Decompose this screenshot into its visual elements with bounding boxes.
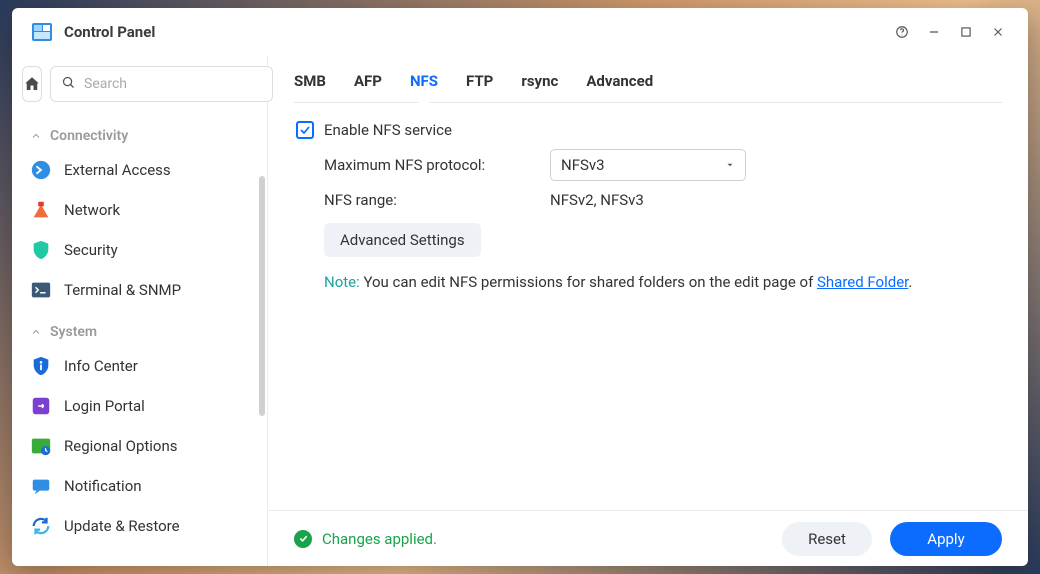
help-button[interactable] bbox=[886, 16, 918, 48]
group-header-system[interactable]: System bbox=[20, 310, 259, 346]
sidebar-item-notification[interactable]: Notification bbox=[20, 466, 259, 506]
control-panel-icon bbox=[30, 20, 54, 44]
tab-rsync[interactable]: rsync bbox=[521, 72, 558, 90]
window-title: Control Panel bbox=[64, 23, 886, 41]
sidebar-item-security[interactable]: Security bbox=[20, 230, 259, 270]
sidebar-item-login-portal[interactable]: Login Portal bbox=[20, 386, 259, 426]
search-input[interactable] bbox=[84, 76, 262, 92]
home-button[interactable] bbox=[22, 66, 42, 102]
sidebar-item-external-access[interactable]: External Access bbox=[20, 150, 259, 190]
login-portal-icon bbox=[30, 395, 52, 417]
tab-smb[interactable]: SMB bbox=[294, 72, 326, 90]
network-icon bbox=[30, 199, 52, 221]
enable-nfs-row: Enable NFS service bbox=[296, 121, 1000, 139]
sidebar-item-label: Notification bbox=[64, 477, 142, 495]
advanced-row: Advanced Settings bbox=[296, 219, 1000, 271]
chevron-up-icon bbox=[30, 130, 42, 142]
shared-folder-link[interactable]: Shared Folder bbox=[817, 273, 908, 291]
nfs-range-label: NFS range: bbox=[324, 191, 550, 209]
footer: Changes applied. Reset Apply bbox=[268, 510, 1028, 566]
titlebar: Control Panel bbox=[12, 8, 1028, 56]
status-success-icon bbox=[294, 530, 312, 548]
chevron-up-icon bbox=[30, 326, 42, 338]
external-access-icon bbox=[30, 159, 52, 181]
max-protocol-label: Maximum NFS protocol: bbox=[324, 156, 550, 174]
close-button[interactable] bbox=[982, 16, 1014, 48]
sidebar-item-label: Network bbox=[64, 201, 120, 219]
notification-icon bbox=[30, 475, 52, 497]
minimize-button[interactable] bbox=[918, 16, 950, 48]
main-inner: SMB AFP NFS FTP rsync Advanced Enable NF… bbox=[268, 56, 1028, 510]
group-label: Connectivity bbox=[50, 128, 128, 144]
group-label: System bbox=[50, 324, 97, 340]
info-icon bbox=[30, 355, 52, 377]
tab-advanced[interactable]: Advanced bbox=[586, 72, 653, 90]
body: Connectivity External Access Network Sec… bbox=[12, 56, 1028, 566]
sidebar-item-info-center[interactable]: Info Center bbox=[20, 346, 259, 386]
note-suffix: . bbox=[908, 273, 912, 291]
note-text: You can edit NFS permissions for shared … bbox=[360, 273, 817, 291]
sidebar-item-label: Update & Restore bbox=[64, 517, 180, 535]
sidebar: Connectivity External Access Network Sec… bbox=[12, 56, 268, 566]
sidebar-item-update-restore[interactable]: Update & Restore bbox=[20, 506, 259, 546]
sidebar-item-label: Login Portal bbox=[64, 397, 145, 415]
search-field[interactable] bbox=[50, 66, 273, 102]
tabs: SMB AFP NFS FTP rsync Advanced bbox=[294, 72, 1002, 103]
chevron-down-icon bbox=[725, 160, 735, 170]
apply-button[interactable]: Apply bbox=[890, 522, 1002, 556]
max-protocol-dropdown[interactable]: NFSv3 bbox=[550, 149, 746, 181]
shield-icon bbox=[30, 239, 52, 261]
nfs-range-value: NFSv2, NFSv3 bbox=[550, 191, 644, 209]
sidebar-item-label: Info Center bbox=[64, 357, 138, 375]
update-icon bbox=[30, 515, 52, 537]
sidebar-item-label: Terminal & SNMP bbox=[64, 281, 181, 299]
sidebar-item-label: Regional Options bbox=[64, 437, 178, 455]
sidebar-item-regional-options[interactable]: Regional Options bbox=[20, 426, 259, 466]
sidebar-scroll[interactable]: Connectivity External Access Network Sec… bbox=[12, 110, 267, 566]
tab-nfs[interactable]: NFS bbox=[410, 72, 438, 90]
tab-content-nfs: Enable NFS service Maximum NFS protocol:… bbox=[294, 103, 1002, 510]
advanced-settings-button[interactable]: Advanced Settings bbox=[324, 223, 481, 257]
reset-button[interactable]: Reset bbox=[782, 522, 872, 556]
sidebar-item-terminal-snmp[interactable]: Terminal & SNMP bbox=[20, 270, 259, 310]
main: SMB AFP NFS FTP rsync Advanced Enable NF… bbox=[268, 56, 1028, 566]
search-icon bbox=[61, 75, 76, 94]
sidebar-item-label: External Access bbox=[64, 161, 171, 179]
dropdown-value: NFSv3 bbox=[561, 156, 605, 174]
enable-nfs-label: Enable NFS service bbox=[324, 121, 452, 139]
enable-nfs-checkbox[interactable] bbox=[296, 121, 314, 139]
note-label: Note: bbox=[324, 273, 360, 291]
regional-icon bbox=[30, 435, 52, 457]
tab-ftp[interactable]: FTP bbox=[466, 72, 493, 90]
sidebar-item-label: Security bbox=[64, 241, 118, 259]
status-text: Changes applied. bbox=[322, 530, 772, 548]
control-panel-window: Control Panel bbox=[12, 8, 1028, 566]
check-icon bbox=[299, 124, 311, 136]
terminal-icon bbox=[30, 279, 52, 301]
maximize-button[interactable] bbox=[950, 16, 982, 48]
nfs-range-row: NFS range: NFSv2, NFSv3 bbox=[296, 191, 1000, 209]
sidebar-top bbox=[12, 56, 267, 110]
note-line: Note: You can edit NFS permissions for s… bbox=[296, 271, 1000, 294]
tab-afp[interactable]: AFP bbox=[354, 72, 382, 90]
max-protocol-row: Maximum NFS protocol: NFSv3 bbox=[296, 149, 1000, 181]
group-header-connectivity[interactable]: Connectivity bbox=[20, 114, 259, 150]
sidebar-item-network[interactable]: Network bbox=[20, 190, 259, 230]
